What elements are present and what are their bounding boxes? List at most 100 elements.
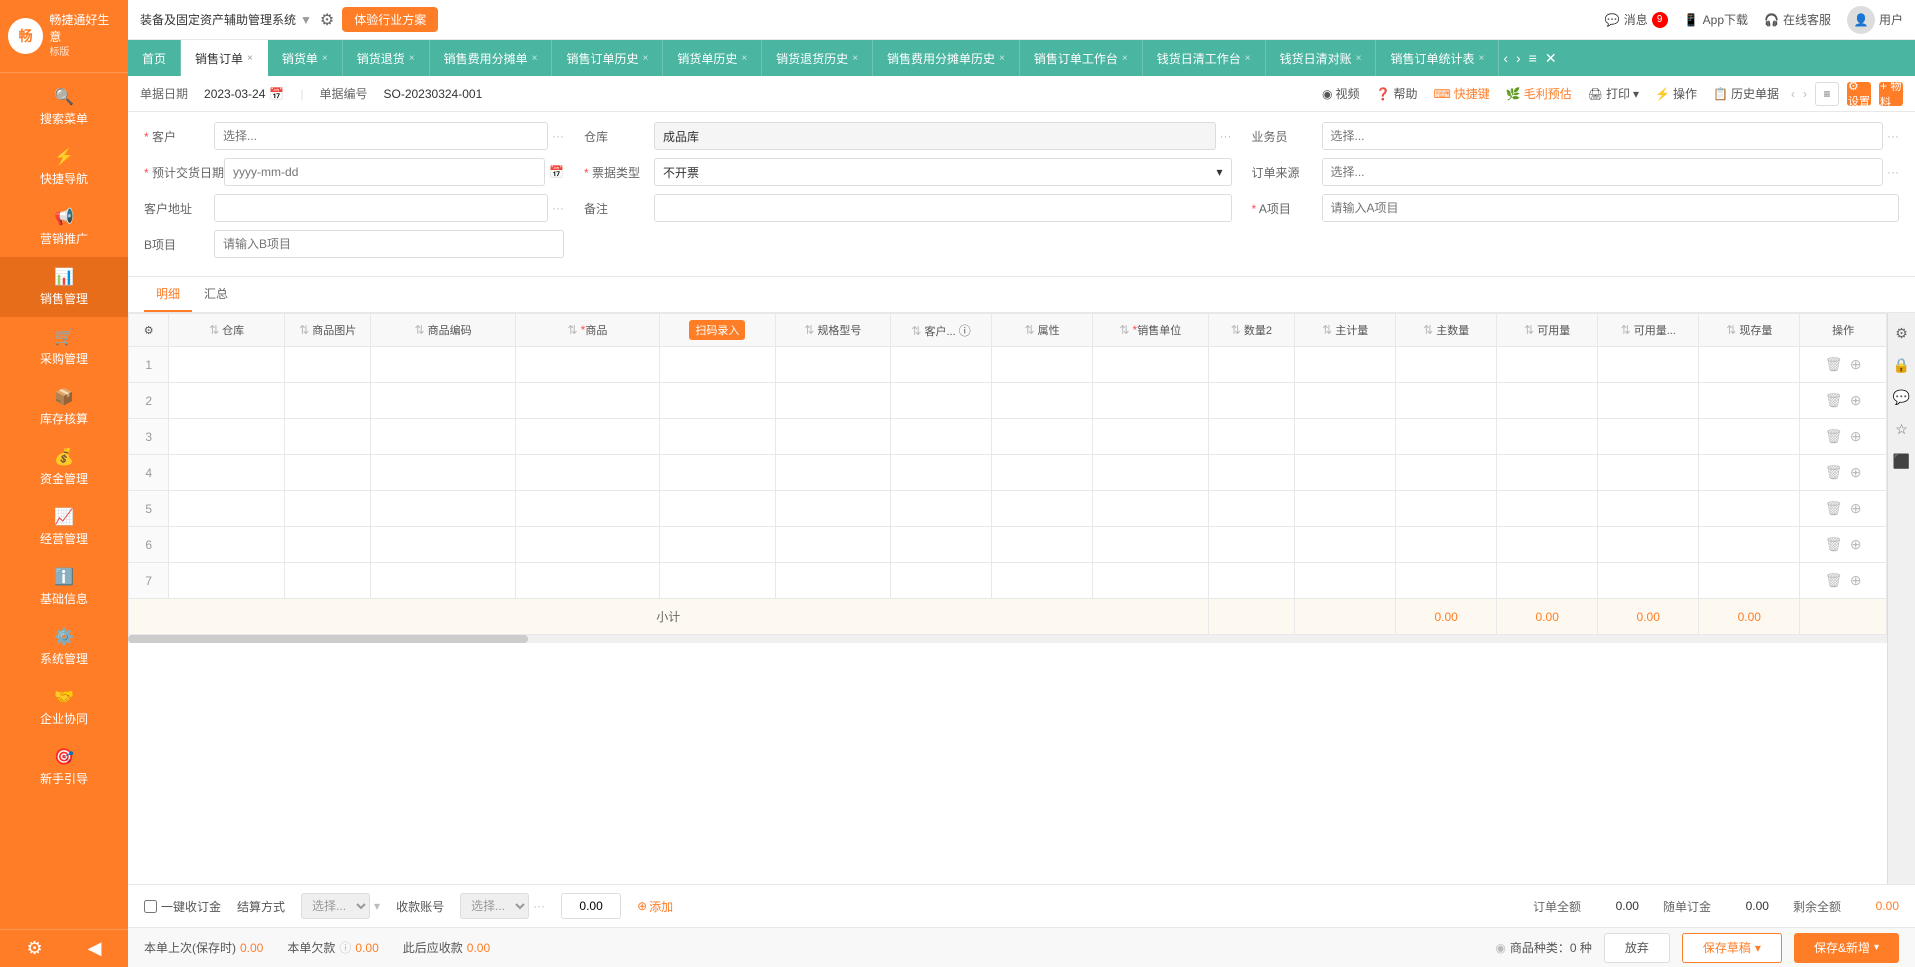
row-attr-4[interactable]	[992, 455, 1093, 491]
sidebar-item-search[interactable]: 🔍 搜索菜单	[0, 77, 128, 137]
calendar-icon[interactable]: 📅	[269, 87, 284, 101]
row-warehouse-4[interactable]	[169, 455, 284, 491]
row-warehouse-3[interactable]	[169, 419, 284, 455]
warehouse-more-icon[interactable]: ···	[1220, 129, 1232, 143]
online-service-btn[interactable]: 🎧 在线客服	[1764, 11, 1831, 28]
horizontal-scrollbar[interactable]	[128, 635, 1887, 643]
sidebar-settings-icon[interactable]: ⚙	[27, 938, 43, 959]
row-code-3[interactable]	[371, 419, 515, 455]
customer-more-icon[interactable]: ···	[552, 129, 564, 143]
list-view-icon[interactable]: ≡	[1815, 82, 1839, 106]
row-unit-5[interactable]	[1093, 491, 1208, 527]
view-btn[interactable]: ◉ 视频	[1318, 83, 1364, 104]
row-product-4[interactable]	[515, 455, 659, 491]
row-code-7[interactable]	[371, 563, 515, 599]
user-btn[interactable]: 👤 用户	[1847, 6, 1903, 34]
tab-close-sales-goods-history[interactable]: ×	[741, 53, 747, 64]
tab-close-sales-fee[interactable]: ×	[532, 53, 538, 64]
row-main-qty-3[interactable]	[1396, 419, 1497, 455]
a-project-input[interactable]	[1322, 194, 1900, 222]
row-code-1[interactable]	[371, 347, 515, 383]
row-product-2[interactable]	[515, 383, 659, 419]
save-draft-button[interactable]: 保存草稿 ▾	[1682, 933, 1782, 963]
rp-settings-icon[interactable]: ⚙	[1890, 321, 1914, 345]
tabbar-next[interactable]: ›	[1512, 50, 1525, 66]
row-qty2-1[interactable]	[1208, 347, 1295, 383]
tab-detail[interactable]: 明细	[144, 277, 192, 312]
auto-checkout-check[interactable]	[144, 900, 157, 913]
solution-button[interactable]: 体验行业方案	[342, 7, 438, 32]
row-spec-3[interactable]	[775, 419, 890, 455]
row-warehouse-6[interactable]	[169, 527, 284, 563]
row-spec-4[interactable]	[775, 455, 890, 491]
system-dropdown-arrow[interactable]: ▼	[300, 13, 312, 27]
rp-lock-icon[interactable]: 🔒	[1890, 353, 1914, 377]
tab-sales-stats[interactable]: 销售订单统计表 ×	[1376, 40, 1499, 76]
row-warehouse-5[interactable]	[169, 491, 284, 527]
th-setting[interactable]: ⚙	[129, 314, 169, 347]
tabbar-close-all[interactable]: ✕	[1541, 50, 1561, 67]
row-customer-code-5[interactable]	[891, 491, 992, 527]
order-source-input[interactable]	[1322, 158, 1884, 186]
row-code-6[interactable]	[371, 527, 515, 563]
print-dropdown[interactable]: ▾	[1633, 87, 1639, 101]
row-product-5[interactable]	[515, 491, 659, 527]
copy-icon-6[interactable]: ⊕	[1850, 536, 1862, 552]
tab-close-sales-stats[interactable]: ×	[1478, 53, 1484, 64]
tabbar-prev[interactable]: ‹	[1499, 50, 1512, 66]
amount-input[interactable]	[561, 893, 621, 919]
row-unit-7[interactable]	[1093, 563, 1208, 599]
discard-button[interactable]: 放弃	[1604, 933, 1670, 963]
delivery-calendar-icon[interactable]: 📅	[549, 165, 564, 179]
message-btn[interactable]: 💬 消息 9	[1605, 11, 1668, 28]
account-more-icon[interactable]: ···	[533, 899, 545, 913]
row-qty2-5[interactable]	[1208, 491, 1295, 527]
row-spec-6[interactable]	[775, 527, 890, 563]
row-attr-1[interactable]	[992, 347, 1093, 383]
delete-icon-1[interactable]: 🗑	[1825, 356, 1843, 372]
row-main-qty-1[interactable]	[1396, 347, 1497, 383]
save-draft-dropdown-icon[interactable]: ▾	[1755, 941, 1761, 955]
row-spec-1[interactable]	[775, 347, 890, 383]
next-balance-info[interactable]: ⓘ	[339, 939, 351, 956]
row-spec-5[interactable]	[775, 491, 890, 527]
staff-more-icon[interactable]: ···	[1887, 129, 1899, 143]
row-warehouse-1[interactable]	[169, 347, 284, 383]
row-unit-2[interactable]	[1093, 383, 1208, 419]
row-customer-code-3[interactable]	[891, 419, 992, 455]
row-qty2-4[interactable]	[1208, 455, 1295, 491]
history-btn[interactable]: 📋 历史单据	[1709, 83, 1783, 104]
sidebar-item-system[interactable]: ⚙️ 系统管理	[0, 617, 128, 677]
nav-prev[interactable]: ‹	[1791, 87, 1795, 101]
tab-fee-history[interactable]: 销售费用分摊单历史 ×	[873, 40, 1020, 76]
rp-star-icon[interactable]: ☆	[1890, 417, 1914, 441]
copy-icon-4[interactable]: ⊕	[1850, 464, 1862, 480]
row-customer-code-6[interactable]	[891, 527, 992, 563]
sidebar-item-purchase[interactable]: 🛒 采购管理	[0, 317, 128, 377]
row-code-4[interactable]	[371, 455, 515, 491]
row-code-2[interactable]	[371, 383, 515, 419]
tab-return-history[interactable]: 销货退货历史 ×	[762, 40, 873, 76]
row-attr-3[interactable]	[992, 419, 1093, 455]
customer-input[interactable]	[214, 122, 548, 150]
rp-barcode-icon[interactable]: ⬛	[1890, 449, 1914, 473]
print-btn[interactable]: 🖨 打印 ▾	[1584, 83, 1643, 104]
staff-input[interactable]	[1322, 122, 1884, 150]
row-main-qty-7[interactable]	[1396, 563, 1497, 599]
tab-close-sales-goods[interactable]: ×	[322, 53, 328, 64]
note-input[interactable]	[654, 194, 1232, 222]
row-spec-7[interactable]	[775, 563, 890, 599]
add-material-btn[interactable]: + 物料	[1879, 82, 1903, 106]
copy-icon-2[interactable]: ⊕	[1850, 392, 1862, 408]
delete-icon-4[interactable]: 🗑	[1825, 464, 1843, 480]
copy-icon-7[interactable]: ⊕	[1850, 572, 1862, 588]
row-main-qty-6[interactable]	[1396, 527, 1497, 563]
row-attr-6[interactable]	[992, 527, 1093, 563]
row-attr-2[interactable]	[992, 383, 1093, 419]
copy-icon-3[interactable]: ⊕	[1850, 428, 1862, 444]
delivery-input[interactable]	[224, 158, 545, 186]
rp-comment-icon[interactable]: 💬	[1890, 385, 1914, 409]
row-warehouse-2[interactable]	[169, 383, 284, 419]
settings-gear-icon[interactable]: ⚙	[320, 10, 334, 30]
tab-sales-order-history[interactable]: 销售订单历史 ×	[552, 40, 663, 76]
